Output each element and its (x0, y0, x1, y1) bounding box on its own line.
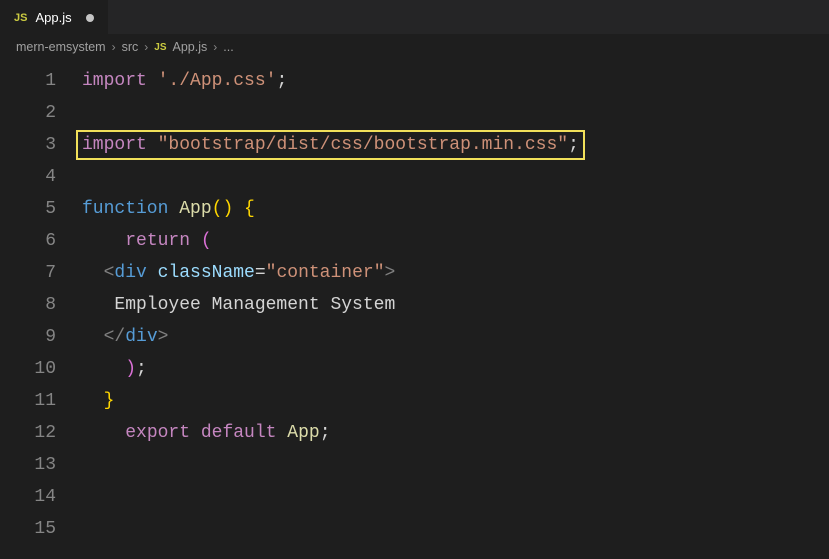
line-number: 6 (0, 225, 82, 257)
code-line[interactable]: } (82, 385, 829, 417)
code-editor[interactable]: 1 2 3 4 5 6 7 8 9 10 11 12 13 14 15 impo… (0, 59, 829, 545)
code-line[interactable]: </div> (82, 321, 829, 353)
chevron-right-icon: › (213, 40, 217, 54)
tab-app-js[interactable]: JS App.js (0, 0, 108, 34)
chevron-right-icon: › (144, 40, 148, 54)
breadcrumb-seg[interactable]: ... (223, 40, 233, 54)
line-number: 14 (0, 481, 82, 513)
code-line[interactable] (82, 97, 829, 129)
js-file-icon: JS (154, 42, 166, 53)
code-line[interactable]: Employee Management System (82, 289, 829, 321)
code-line[interactable]: export default App; (82, 417, 829, 449)
js-file-icon: JS (14, 12, 27, 24)
breadcrumb-seg[interactable]: mern-emsystem (16, 40, 106, 54)
line-number: 7 (0, 257, 82, 289)
line-number: 13 (0, 449, 82, 481)
line-number: 3 (0, 129, 82, 161)
breadcrumb-seg[interactable]: App.js (173, 40, 208, 54)
code-line[interactable]: <div className="container"> (82, 257, 829, 289)
line-number: 15 (0, 513, 82, 545)
code-line[interactable]: return ( (82, 225, 829, 257)
line-number-gutter: 1 2 3 4 5 6 7 8 9 10 11 12 13 14 15 (0, 65, 82, 545)
code-line[interactable] (82, 449, 829, 481)
code-area[interactable]: import './App.css'; import "bootstrap/di… (82, 65, 829, 545)
code-line[interactable] (82, 513, 829, 545)
breadcrumb-seg[interactable]: src (122, 40, 139, 54)
code-line[interactable]: function App() { (82, 193, 829, 225)
highlight-box: import "bootstrap/dist/css/bootstrap.min… (76, 130, 585, 160)
line-number: 4 (0, 161, 82, 193)
code-line[interactable] (82, 481, 829, 513)
tab-bar: JS App.js (0, 0, 829, 35)
modified-indicator-icon (86, 14, 94, 22)
line-number: 9 (0, 321, 82, 353)
code-line[interactable] (82, 161, 829, 193)
chevron-right-icon: › (112, 40, 116, 54)
code-line[interactable]: ); (82, 353, 829, 385)
line-number: 8 (0, 289, 82, 321)
line-number: 11 (0, 385, 82, 417)
line-number: 10 (0, 353, 82, 385)
breadcrumb: mern-emsystem › src › JS App.js › ... (0, 35, 829, 59)
code-line[interactable]: import "bootstrap/dist/css/bootstrap.min… (82, 129, 829, 161)
line-number: 5 (0, 193, 82, 225)
line-number: 12 (0, 417, 82, 449)
line-number: 2 (0, 97, 82, 129)
tab-filename: App.js (35, 10, 71, 25)
code-line[interactable]: import './App.css'; (82, 65, 829, 97)
line-number: 1 (0, 65, 82, 97)
